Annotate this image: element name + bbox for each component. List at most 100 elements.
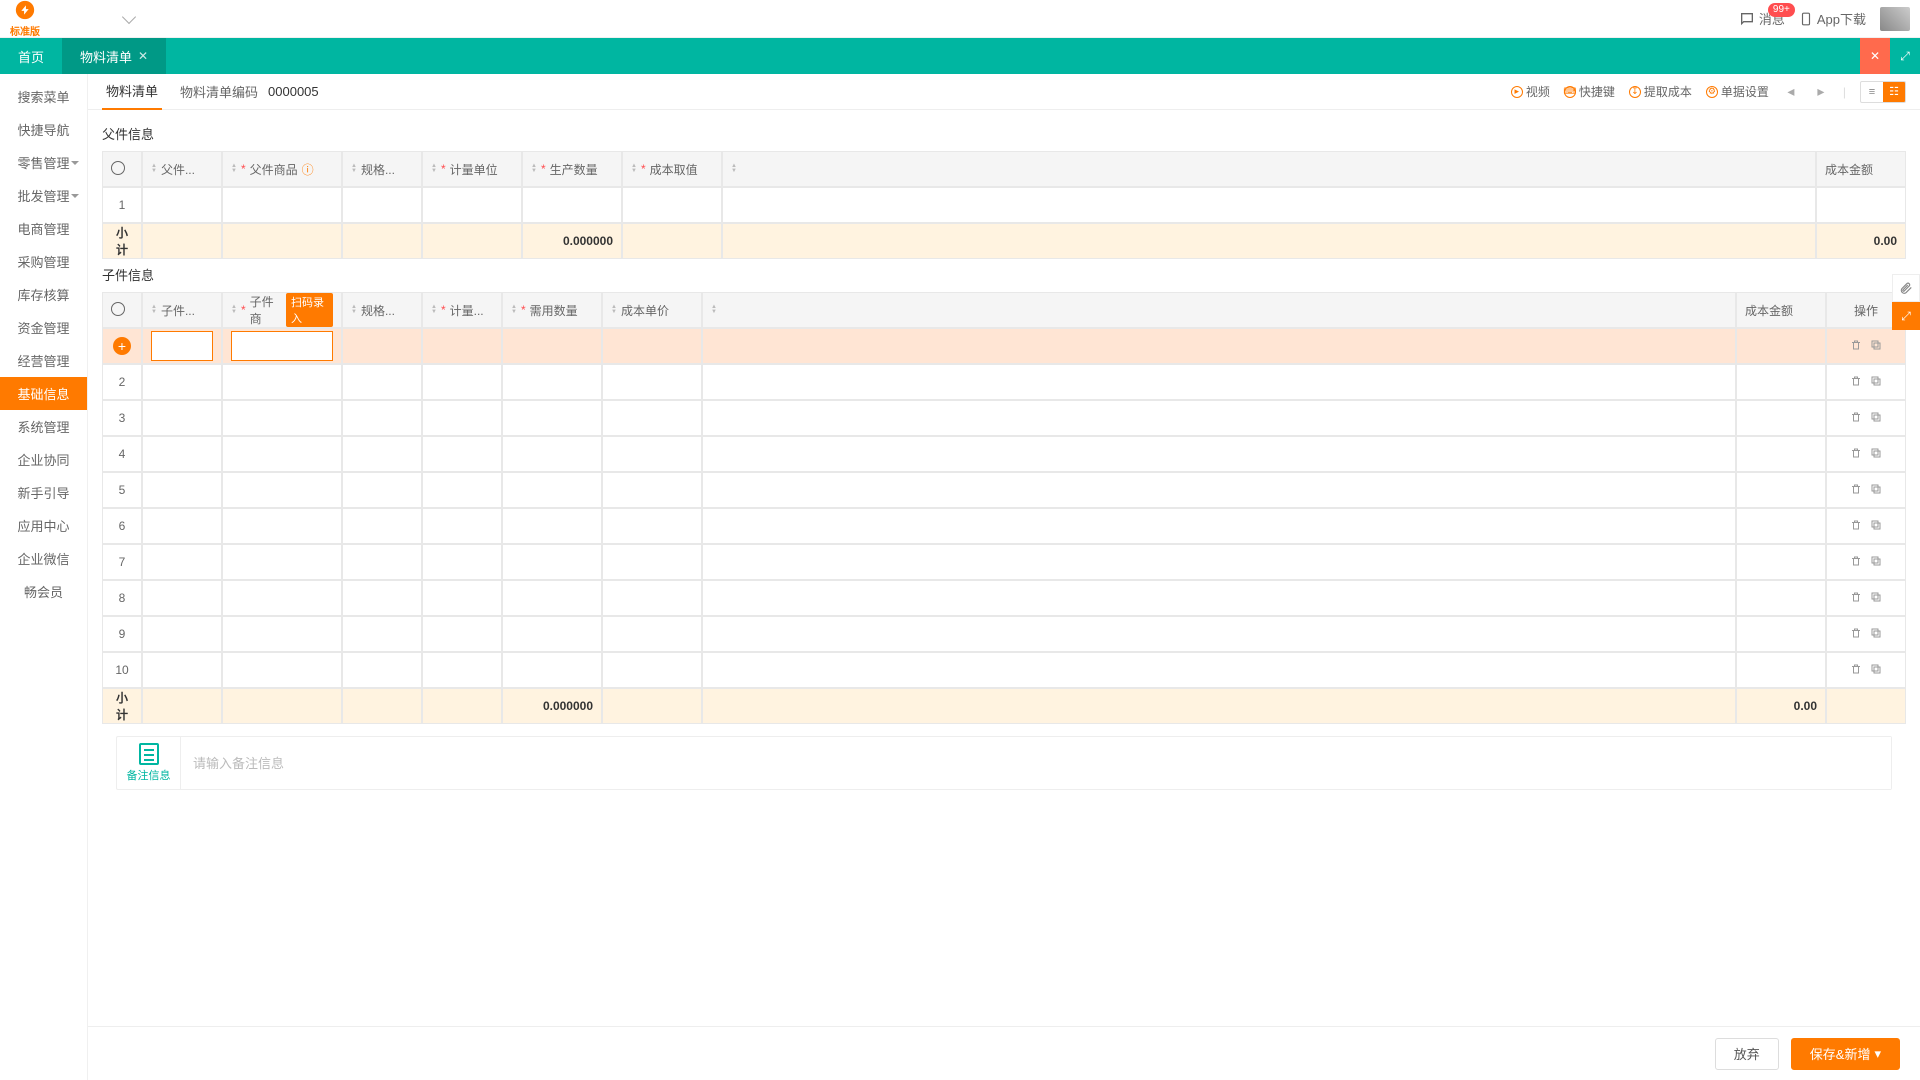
prev-doc-button[interactable]: ◂ bbox=[1783, 84, 1799, 100]
subtab-bom[interactable]: 物料清单 bbox=[102, 74, 162, 110]
child-row[interactable]: 8 bbox=[102, 580, 1906, 616]
copy-row-button[interactable] bbox=[1869, 627, 1883, 641]
sidebar-item-1[interactable]: 快捷导航 bbox=[0, 113, 87, 146]
chevron-down-icon: ▾ bbox=[1874, 1046, 1881, 1062]
child-section-title: 子件信息 bbox=[102, 265, 1906, 284]
close-all-tabs-button[interactable]: ✕ bbox=[1860, 38, 1890, 74]
sidebar-item-12[interactable]: 新手引导 bbox=[0, 476, 87, 509]
gear-icon bbox=[111, 161, 125, 175]
child-row[interactable]: 5 bbox=[102, 472, 1906, 508]
sub-header: 物料清单 物料清单编码 0000005 ▸视频 ⌨快捷键 ↧提取成本 ⚙单据设置… bbox=[88, 74, 1920, 110]
th-parent-product[interactable]: ▲▼*父件商品ⓘ bbox=[222, 151, 342, 187]
child-row[interactable]: 6 bbox=[102, 508, 1906, 544]
child-product-input[interactable] bbox=[231, 331, 333, 361]
parent-row[interactable]: 1 bbox=[102, 187, 1906, 223]
child-row[interactable]: 2 bbox=[102, 364, 1906, 400]
delete-row-button[interactable] bbox=[1849, 591, 1863, 605]
copy-row-button[interactable] bbox=[1869, 339, 1883, 353]
doc-setting-link[interactable]: ⚙单据设置 bbox=[1706, 83, 1769, 100]
company-selector[interactable] bbox=[50, 11, 144, 26]
sidebar-item-14[interactable]: 企业微信 bbox=[0, 542, 87, 575]
parent-config-button[interactable] bbox=[102, 151, 142, 187]
copy-row-button[interactable] bbox=[1869, 555, 1883, 569]
delete-row-button[interactable] bbox=[1849, 663, 1863, 677]
sidebar-item-0[interactable]: 搜索菜单 bbox=[0, 80, 87, 113]
messages-button[interactable]: 消息 99+ bbox=[1739, 9, 1785, 28]
sidebar-item-3[interactable]: 批发管理 bbox=[0, 179, 87, 212]
copy-row-button[interactable] bbox=[1869, 447, 1883, 461]
gear-icon bbox=[111, 302, 125, 316]
avatar[interactable] bbox=[1880, 7, 1910, 31]
copy-row-button[interactable] bbox=[1869, 375, 1883, 389]
child-row[interactable]: 10 bbox=[102, 652, 1906, 688]
message-icon bbox=[1739, 11, 1755, 27]
scan-input-tag[interactable]: 扫码录入 bbox=[286, 293, 333, 327]
view-list-button[interactable]: ≡ bbox=[1861, 82, 1883, 102]
delete-row-button[interactable] bbox=[1849, 483, 1863, 497]
th-child-qty[interactable]: ▲▼*需用数量 bbox=[502, 292, 602, 328]
tab-home[interactable]: 首页 bbox=[0, 38, 62, 74]
child-row[interactable]: + bbox=[102, 328, 1906, 364]
th-child-spec[interactable]: ▲▼规格... bbox=[342, 292, 422, 328]
th-child-unit[interactable]: ▲▼*计量... bbox=[422, 292, 502, 328]
delete-row-button[interactable] bbox=[1849, 447, 1863, 461]
child-row[interactable]: 7 bbox=[102, 544, 1906, 580]
next-doc-button[interactable]: ▸ bbox=[1813, 84, 1829, 100]
sidebar-item-5[interactable]: 采购管理 bbox=[0, 245, 87, 278]
copy-row-button[interactable] bbox=[1869, 663, 1883, 677]
attachment-button[interactable] bbox=[1892, 274, 1920, 302]
sidebar-item-13[interactable]: 应用中心 bbox=[0, 509, 87, 542]
copy-row-button[interactable] bbox=[1869, 591, 1883, 605]
remarks-label: 备注信息 bbox=[117, 737, 181, 789]
sidebar-item-11[interactable]: 企业协同 bbox=[0, 443, 87, 476]
gear-icon: ⚙ bbox=[1706, 86, 1718, 98]
video-link[interactable]: ▸视频 bbox=[1511, 83, 1550, 100]
sidebar-item-10[interactable]: 系统管理 bbox=[0, 410, 87, 443]
sidebar-item-15[interactable]: 畅会员 bbox=[0, 575, 87, 608]
child-row[interactable]: 9 bbox=[102, 616, 1906, 652]
child-code-input[interactable] bbox=[151, 331, 213, 361]
delete-row-button[interactable] bbox=[1849, 339, 1863, 353]
delete-row-button[interactable] bbox=[1849, 519, 1863, 533]
th-parent-code[interactable]: ▲▼父件... bbox=[142, 151, 222, 187]
th-parent-qty[interactable]: ▲▼*生产数量 bbox=[522, 151, 622, 187]
th-parent-costpick[interactable]: ▲▼*成本取值 bbox=[622, 151, 722, 187]
child-config-button[interactable] bbox=[102, 292, 142, 328]
discard-button[interactable]: 放弃 bbox=[1715, 1038, 1779, 1070]
th-child-unit-cost[interactable]: ▲▼成本单价 bbox=[602, 292, 702, 328]
sidebar-item-6[interactable]: 库存核算 bbox=[0, 278, 87, 311]
view-form-button[interactable]: ☷ bbox=[1883, 82, 1905, 102]
delete-row-button[interactable] bbox=[1849, 555, 1863, 569]
th-parent-spec[interactable]: ▲▼规格... bbox=[342, 151, 422, 187]
remarks-input[interactable] bbox=[181, 737, 1891, 789]
sidebar-item-7[interactable]: 资金管理 bbox=[0, 311, 87, 344]
th-child-spacer: ▲▼ bbox=[702, 292, 1736, 328]
th-child-code[interactable]: ▲▼子件... bbox=[142, 292, 222, 328]
expand-button[interactable]: ⤢ bbox=[1890, 38, 1920, 74]
sidebar-item-9[interactable]: 基础信息 bbox=[0, 377, 87, 410]
delete-row-button[interactable] bbox=[1849, 411, 1863, 425]
hotkey-link[interactable]: ⌨快捷键 bbox=[1564, 83, 1615, 100]
doc-code: 物料清单编码 0000005 bbox=[180, 82, 319, 101]
copy-row-button[interactable] bbox=[1869, 411, 1883, 425]
child-row[interactable]: 4 bbox=[102, 436, 1906, 472]
expand-panel-button[interactable]: ⤢ bbox=[1892, 302, 1920, 330]
th-parent-unit[interactable]: ▲▼*计量单位 bbox=[422, 151, 522, 187]
delete-row-button[interactable] bbox=[1849, 375, 1863, 389]
add-row-button[interactable]: + bbox=[113, 337, 131, 355]
right-tools: ⤢ bbox=[1892, 274, 1920, 330]
extract-cost-link[interactable]: ↧提取成本 bbox=[1629, 83, 1692, 100]
sidebar-item-2[interactable]: 零售管理 bbox=[0, 146, 87, 179]
close-icon[interactable]: ✕ bbox=[138, 49, 148, 63]
save-add-button[interactable]: 保存&新增▾ bbox=[1791, 1038, 1900, 1070]
sidebar-item-4[interactable]: 电商管理 bbox=[0, 212, 87, 245]
th-child-product[interactable]: ▲▼*子件商扫码录入 bbox=[222, 292, 342, 328]
copy-row-button[interactable] bbox=[1869, 483, 1883, 497]
child-row[interactable]: 3 bbox=[102, 400, 1906, 436]
delete-row-button[interactable] bbox=[1849, 627, 1863, 641]
sidebar-item-8[interactable]: 经营管理 bbox=[0, 344, 87, 377]
app-download-button[interactable]: App下载 bbox=[1799, 9, 1866, 28]
tab-bom[interactable]: 物料清单 ✕ bbox=[62, 38, 166, 74]
copy-row-button[interactable] bbox=[1869, 519, 1883, 533]
parent-table: ▲▼父件... ▲▼*父件商品ⓘ ▲▼规格... ▲▼*计量单位 ▲▼*生产数量… bbox=[102, 151, 1906, 259]
